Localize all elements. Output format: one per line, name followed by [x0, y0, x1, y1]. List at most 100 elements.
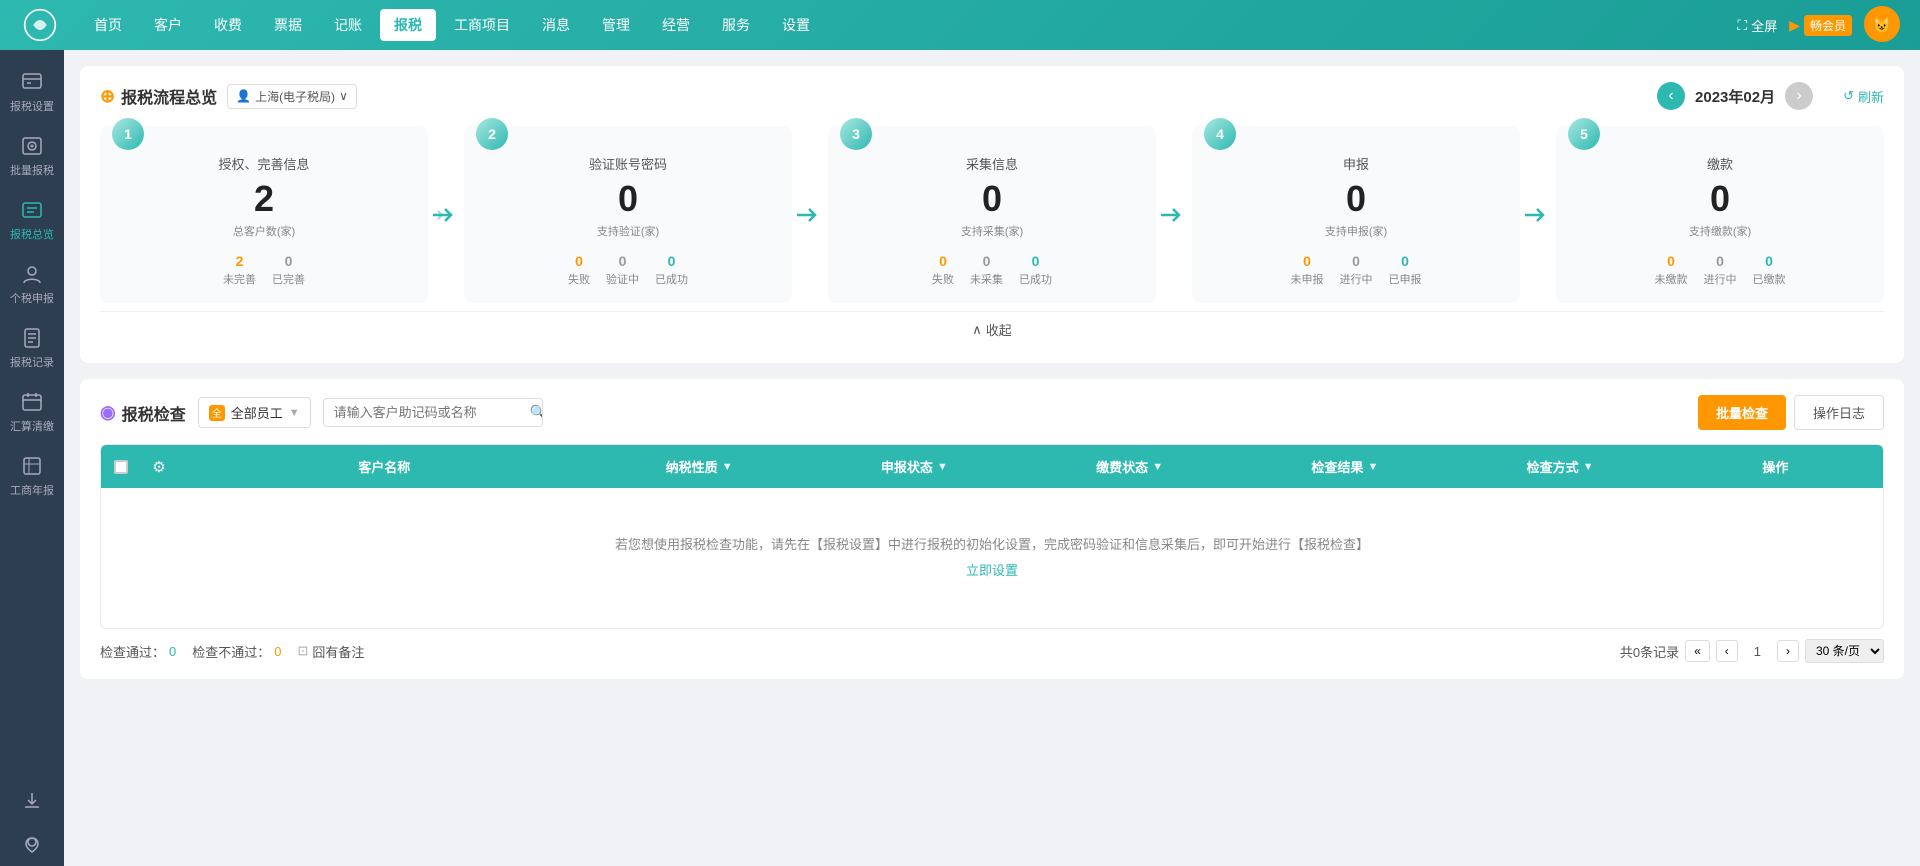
sidebar-item-batch-tax[interactable]: 批量报税 [0, 124, 64, 188]
check-failed-value[interactable]: 0 [274, 644, 281, 659]
flow-title: ⊕ 报税流程总览 [100, 84, 217, 108]
per-page-selector[interactable]: 30 条/页 [1805, 639, 1884, 663]
main-content: ⊕ 报税流程总览 👤 上海(电子税局) ∨ ‹ 2023年02月 › ↺ 刷新 [64, 50, 1920, 866]
step-1-stat-1: 0 已完善 [272, 253, 305, 287]
nav-tax[interactable]: 报税 [380, 9, 436, 41]
step-arrow-4 [1520, 126, 1556, 303]
declare-status-filter-icon[interactable]: ▼ [937, 461, 948, 473]
nav-home[interactable]: 首页 [80, 9, 136, 41]
nav-menu: 首页 客户 收费 票据 记账 报税 工商项目 消息 管理 经营 服务 设置 [80, 9, 1737, 41]
th-client-name: 客户名称 [177, 445, 592, 488]
th-checkbox[interactable] [101, 448, 141, 486]
step-1-sublabel: 总客户数(家) [233, 223, 295, 239]
staff-selector[interactable]: 全 全部员工 ▼ [198, 397, 311, 428]
nav-settings[interactable]: 设置 [768, 9, 824, 41]
check-result-filter-icon[interactable]: ▼ [1367, 461, 1378, 473]
vip-button[interactable]: ▶ 畅会员 [1789, 15, 1852, 36]
top-navigation: 首页 客户 收费 票据 记账 报税 工商项目 消息 管理 经营 服务 设置 ⛶ … [0, 0, 1920, 50]
step-2-badge: 2 [476, 118, 508, 150]
first-page-button[interactable]: « [1685, 640, 1710, 662]
logo [10, 8, 70, 42]
annual-report-icon [20, 454, 44, 478]
batch-check-button[interactable]: 批量检查 [1698, 395, 1786, 430]
step-3-sublabel: 支持采集(家) [961, 223, 1023, 239]
nav-message[interactable]: 消息 [528, 9, 584, 41]
tax-check-card: ◉ 报税检查 全 全部员工 ▼ 🔍 批量检查 操作日志 [80, 379, 1904, 679]
step-1-stat-1-val: 0 [285, 253, 293, 269]
check-passed-stat: 检查通过： 0 [100, 642, 176, 661]
sidebar-item-annual-report[interactable]: 工商年报 [0, 444, 64, 508]
nav-manage[interactable]: 管理 [588, 9, 644, 41]
step-arrow-2 [792, 126, 828, 303]
nav-fee[interactable]: 收费 [200, 9, 256, 41]
th-tax-nature[interactable]: 纳税性质 ▼ [592, 445, 807, 488]
prev-page-button[interactable]: ‹ [1716, 640, 1738, 662]
th-pay-status[interactable]: 缴费状态 ▼ [1022, 445, 1237, 488]
table-settings-icon[interactable]: ⚙ [152, 458, 165, 476]
collapse-button[interactable]: ∧ 收起 [100, 311, 1884, 347]
th-check-method[interactable]: 检查方式 ▼ [1453, 445, 1668, 488]
step-3-stat-2: 0 已成功 [1019, 253, 1052, 287]
nav-bookkeeping[interactable]: 记账 [320, 9, 376, 41]
nav-client[interactable]: 客户 [140, 9, 196, 41]
nav-business[interactable]: 工商项目 [440, 9, 524, 41]
sidebar-item-annual-settlement[interactable]: 汇算清缴 [0, 380, 64, 444]
sidebar-download[interactable] [0, 778, 64, 822]
refresh-icon: ↺ [1843, 88, 1854, 104]
step-1-count: 2 [254, 181, 274, 217]
check-title-icon: ◉ [100, 402, 116, 423]
step-5-count: 0 [1710, 181, 1730, 217]
location-selector[interactable]: 👤 上海(电子税局) ∨ [227, 84, 357, 109]
step-4-count: 0 [1346, 181, 1366, 217]
step-3-stat-0: 0 失败 [932, 253, 954, 287]
step-arrow-1 [428, 126, 464, 303]
step-1-stat-1-label: 已完善 [272, 271, 305, 287]
step-3-title: 采集信息 [966, 154, 1018, 173]
location-person-icon: 👤 [236, 89, 251, 103]
step-2-stat-1-val: 0 [619, 253, 627, 269]
step-5-title: 缴款 [1707, 154, 1733, 173]
nav-service[interactable]: 服务 [708, 9, 764, 41]
step-2-stat-2-label: 已成功 [655, 271, 688, 287]
collapse-icon: ∧ [972, 322, 982, 338]
sidebar-item-tax-record[interactable]: 报税记录 [0, 316, 64, 380]
th-check-result[interactable]: 检查结果 ▼ [1237, 445, 1452, 488]
refresh-button[interactable]: ↺ 刷新 [1843, 87, 1884, 106]
pay-status-filter-icon[interactable]: ▼ [1152, 461, 1163, 473]
sidebar-location[interactable] [0, 822, 64, 866]
th-declare-status[interactable]: 申报状态 ▼ [807, 445, 1022, 488]
sidebar-item-tax-overview[interactable]: 报税总览 [0, 188, 64, 252]
flow-title-icon: ⊕ [100, 86, 115, 107]
setup-link[interactable]: 立即设置 [966, 558, 1018, 584]
table-empty-body: 若您想使用报税检查功能，请先在【报税设置】中进行报税的初始化设置，完成密码验证和… [101, 488, 1883, 628]
user-avatar[interactable]: 😺 [1864, 6, 1900, 45]
prev-month-button[interactable]: ‹ [1657, 82, 1685, 110]
step-2-stat-1-label: 验证中 [606, 271, 639, 287]
fullscreen-toggle[interactable]: ⛶ 全屏 [1737, 16, 1777, 35]
batch-tax-icon [20, 134, 44, 158]
th-gear[interactable]: ⚙ [141, 458, 177, 476]
step-4-stat-0: 0 未申报 [1291, 253, 1324, 287]
header-checkbox[interactable] [114, 460, 128, 474]
step-3-count: 0 [982, 181, 1002, 217]
has-note-stat: ⊡ 囧有备注 [298, 642, 365, 661]
search-button[interactable]: 🔍 [520, 399, 543, 426]
svg-text:😺: 😺 [1873, 17, 1891, 33]
check-method-filter-icon[interactable]: ▼ [1583, 461, 1594, 473]
sidebar-item-tax-settings[interactable]: 报税设置 [0, 60, 64, 124]
operation-log-button[interactable]: 操作日志 [1794, 395, 1884, 430]
next-month-button[interactable]: › [1785, 82, 1813, 110]
nav-invoice[interactable]: 票据 [260, 9, 316, 41]
step-5-stats: 0 未缴款 0 进行中 0 已缴款 [1655, 253, 1786, 287]
step-5-stat-1: 0 进行中 [1704, 253, 1737, 287]
check-passed-value[interactable]: 0 [169, 644, 176, 659]
location-chevron-icon: ∨ [339, 89, 348, 103]
step-3-badge: 3 [840, 118, 872, 150]
check-failed-stat: 检查不通过： 0 [192, 642, 281, 661]
sidebar-item-personal-tax[interactable]: 个税申报 [0, 252, 64, 316]
pagination: 共0条记录 « ‹ 1 › 30 条/页 [1620, 639, 1884, 663]
next-page-button[interactable]: › [1777, 640, 1799, 662]
tax-nature-filter-icon[interactable]: ▼ [722, 461, 733, 473]
search-input[interactable] [324, 400, 520, 425]
nav-operation[interactable]: 经营 [648, 9, 704, 41]
